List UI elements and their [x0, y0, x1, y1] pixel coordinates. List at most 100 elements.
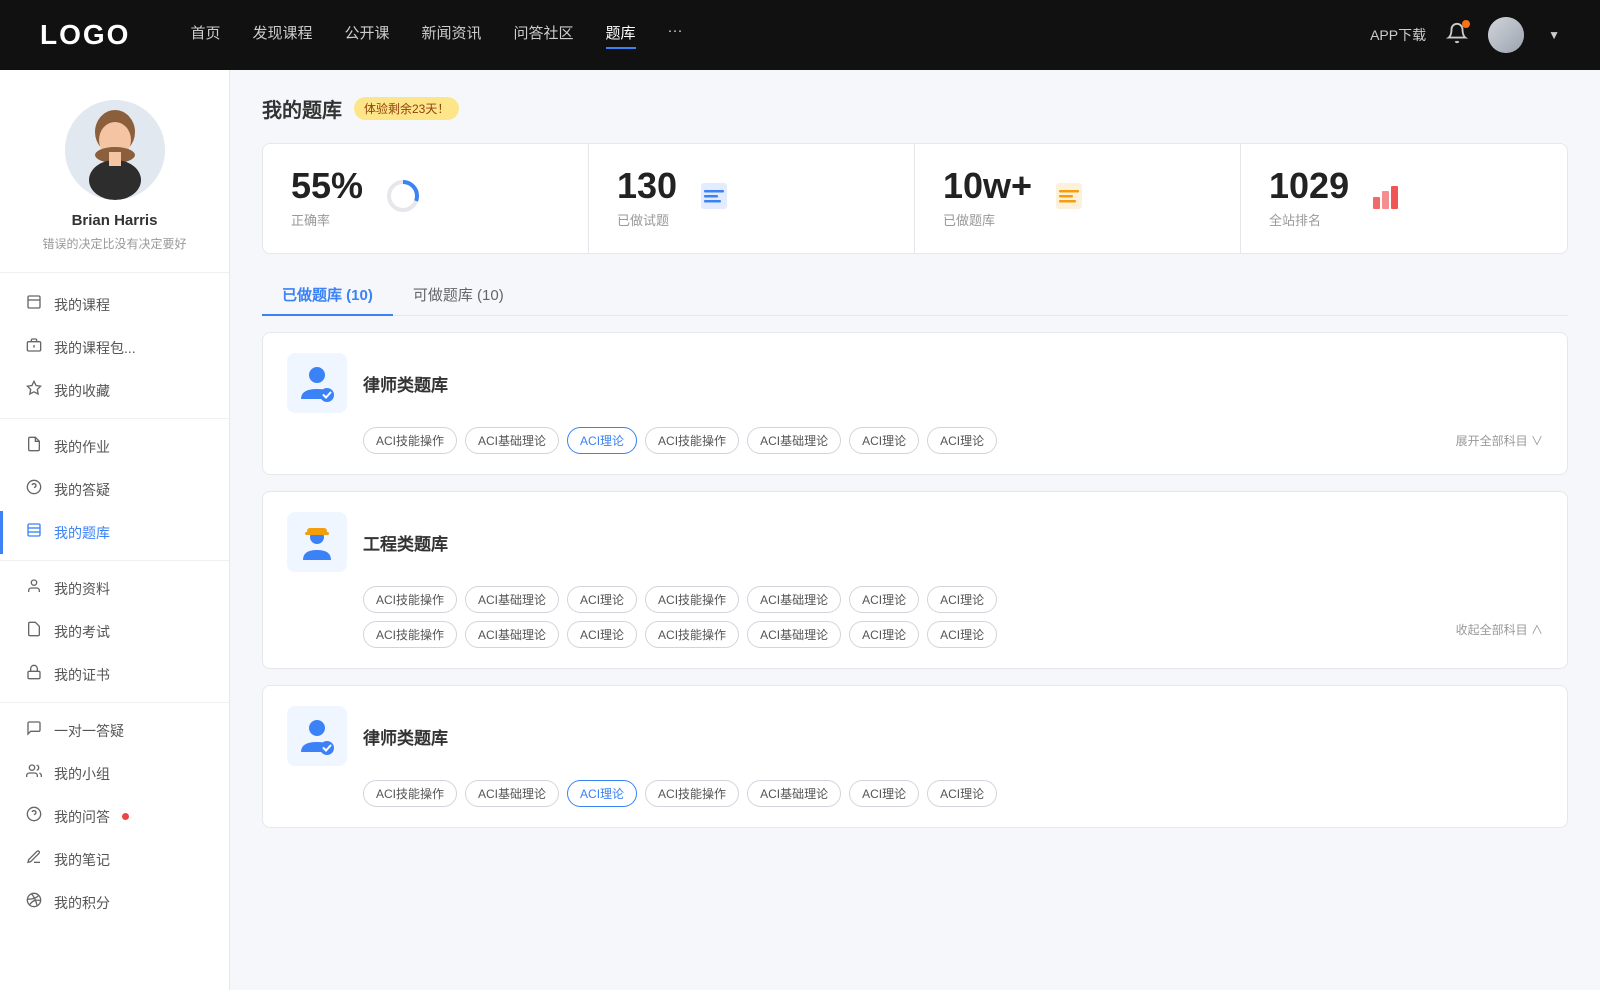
- menu-favorites[interactable]: 我的收藏: [0, 369, 229, 412]
- top-navigation: LOGO 首页 发现课程 公开课 新闻资讯 问答社区 题库 ··· APP下载 …: [0, 0, 1600, 70]
- tag-1-2[interactable]: ACI理论: [567, 427, 637, 454]
- tag-2-2[interactable]: ACI理论: [567, 586, 637, 613]
- qbank-card-engineer: 工程类题库 ACI技能操作 ACI基础理论 ACI理论 ACI技能操作 ACI基…: [262, 491, 1568, 669]
- menu-certificate-label: 我的证书: [54, 665, 110, 685]
- divider-1: [0, 418, 229, 419]
- logo[interactable]: LOGO: [40, 19, 130, 51]
- tag-1-6[interactable]: ACI理论: [927, 427, 997, 454]
- stat-done-banks-content: 10w+ 已做题库: [943, 168, 1032, 229]
- tag-2-r2-3[interactable]: ACI技能操作: [645, 621, 739, 648]
- favorites-icon: [24, 380, 44, 401]
- profile-motto: 错误的决定比没有决定要好: [20, 235, 209, 252]
- nav-news[interactable]: 新闻资讯: [422, 22, 482, 49]
- qbank-title-2: 工程类题库: [363, 530, 448, 555]
- tag-1-4[interactable]: ACI基础理论: [747, 427, 841, 454]
- qbank-tags-1: ACI技能操作 ACI基础理论 ACI理论 ACI技能操作 ACI基础理论 AC…: [363, 427, 1543, 454]
- tag-2-r2-5[interactable]: ACI理论: [849, 621, 919, 648]
- menu-group[interactable]: 我的小组: [0, 752, 229, 795]
- nav-qa[interactable]: 问答社区: [514, 22, 574, 49]
- menu-questionbank[interactable]: 我的题库: [0, 511, 229, 554]
- tag-2-r2-1[interactable]: ACI基础理论: [465, 621, 559, 648]
- tab-available[interactable]: 可做题库 (10): [393, 274, 524, 315]
- menu-tutor[interactable]: 一对一答疑: [0, 709, 229, 752]
- tag-2-5[interactable]: ACI理论: [849, 586, 919, 613]
- page-title: 我的题库: [262, 94, 342, 123]
- nav-more[interactable]: ···: [668, 22, 683, 49]
- tab-done[interactable]: 已做题库 (10): [262, 274, 393, 315]
- user-avatar: [65, 100, 165, 200]
- menu-questionbank-label: 我的题库: [54, 523, 110, 543]
- certificate-icon: [24, 664, 44, 685]
- tag-3-3[interactable]: ACI技能操作: [645, 780, 739, 807]
- tag-2-4[interactable]: ACI基础理论: [747, 586, 841, 613]
- app-download-button[interactable]: APP下载: [1370, 25, 1426, 45]
- qbank-card-lawyer-1: 律师类题库 ACI技能操作 ACI基础理论 ACI理论 ACI技能操作 ACI基…: [262, 332, 1568, 475]
- sidebar: Brian Harris 错误的决定比没有决定要好 我的课程 我的课程包...: [0, 70, 230, 990]
- qbank-header-1: 律师类题库: [287, 353, 1543, 413]
- tag-1-3[interactable]: ACI技能操作: [645, 427, 739, 454]
- profile-icon: [24, 578, 44, 599]
- stat-done-questions: 130 已做试题: [589, 144, 915, 253]
- menu-course-package[interactable]: 我的课程包...: [0, 326, 229, 369]
- course-package-icon: [24, 337, 44, 358]
- menu-exam[interactable]: 我的考试: [0, 610, 229, 653]
- qbank-expand-1[interactable]: 展开全部科目 ∨: [1456, 432, 1543, 449]
- page-header: 我的题库 体验剩余23天！: [262, 94, 1568, 123]
- nav-home[interactable]: 首页: [190, 22, 220, 49]
- tag-3-6[interactable]: ACI理论: [927, 780, 997, 807]
- tag-2-r2-4[interactable]: ACI基础理论: [747, 621, 841, 648]
- tag-3-2[interactable]: ACI理论: [567, 780, 637, 807]
- tag-2-r2-2[interactable]: ACI理论: [567, 621, 637, 648]
- qbank-title-3: 律师类题库: [363, 724, 448, 749]
- notification-bell[interactable]: [1446, 22, 1468, 49]
- menu-notes[interactable]: 我的笔记: [0, 838, 229, 881]
- stat-done-banks-label: 已做题库: [943, 210, 1032, 229]
- tag-3-4[interactable]: ACI基础理论: [747, 780, 841, 807]
- tag-2-1[interactable]: ACI基础理论: [465, 586, 559, 613]
- tag-2-3[interactable]: ACI技能操作: [645, 586, 739, 613]
- stat-done-questions-value: 130: [617, 168, 677, 204]
- tag-3-5[interactable]: ACI理论: [849, 780, 919, 807]
- nav-discover[interactable]: 发现课程: [252, 22, 312, 49]
- stat-accuracy-value: 55%: [291, 168, 363, 204]
- menu-qa[interactable]: 我的答疑: [0, 468, 229, 511]
- stat-rank-label: 全站排名: [1269, 210, 1349, 229]
- qbank-icon-lawyer-1: [287, 353, 347, 413]
- tag-3-1[interactable]: ACI基础理论: [465, 780, 559, 807]
- notification-dot: [1462, 20, 1470, 28]
- tag-1-1[interactable]: ACI基础理论: [465, 427, 559, 454]
- menu-favorites-label: 我的收藏: [54, 381, 110, 401]
- menu-course-package-label: 我的课程包...: [54, 338, 136, 358]
- qbank-tags-2-row2: ACI技能操作 ACI基础理论 ACI理论 ACI技能操作 ACI基础理论 AC…: [363, 621, 1543, 648]
- qbank-icon-engineer: [287, 512, 347, 572]
- menu-points[interactable]: 我的积分: [0, 881, 229, 924]
- tag-2-r2-6[interactable]: ACI理论: [927, 621, 997, 648]
- menu-my-qa[interactable]: 我的问答: [0, 795, 229, 838]
- menu-profile[interactable]: 我的资料: [0, 567, 229, 610]
- qbank-collapse-2[interactable]: 收起全部科目 ∧: [1456, 621, 1543, 648]
- tag-2-6[interactable]: ACI理论: [927, 586, 997, 613]
- nav-open-course[interactable]: 公开课: [344, 22, 389, 49]
- menu-my-qa-label: 我的问答: [54, 807, 110, 827]
- stat-done-banks-value: 10w+: [943, 168, 1032, 204]
- rank-icon: [1371, 181, 1401, 216]
- stat-accuracy-content: 55% 正确率: [291, 168, 363, 229]
- tag-3-0[interactable]: ACI技能操作: [363, 780, 457, 807]
- stat-accuracy-label: 正确率: [291, 210, 363, 229]
- menu-group-label: 我的小组: [54, 764, 110, 784]
- menu-my-courses[interactable]: 我的课程: [0, 283, 229, 326]
- qbank-card-lawyer-2: 律师类题库 ACI技能操作 ACI基础理论 ACI理论 ACI技能操作 ACI基…: [262, 685, 1568, 828]
- menu-exam-label: 我的考试: [54, 622, 110, 642]
- tag-1-5[interactable]: ACI理论: [849, 427, 919, 454]
- qbank-header-3: 律师类题库: [287, 706, 1543, 766]
- stats-row: 55% 正确率 130 已做试题: [262, 143, 1568, 254]
- menu-homework[interactable]: 我的作业: [0, 425, 229, 468]
- nav-questionbank[interactable]: 题库: [606, 22, 636, 49]
- user-avatar-nav[interactable]: [1488, 17, 1524, 53]
- tag-1-0[interactable]: ACI技能操作: [363, 427, 457, 454]
- menu-certificate[interactable]: 我的证书: [0, 653, 229, 696]
- banks-icon: [1054, 181, 1084, 216]
- user-menu-chevron[interactable]: ▼: [1548, 28, 1560, 42]
- tag-2-r2-0[interactable]: ACI技能操作: [363, 621, 457, 648]
- tag-2-0[interactable]: ACI技能操作: [363, 586, 457, 613]
